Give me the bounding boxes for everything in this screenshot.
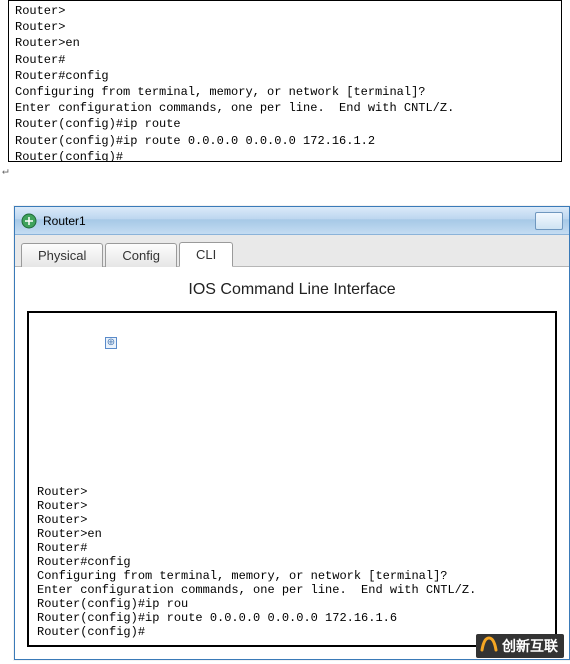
tab-label: CLI: [196, 247, 216, 262]
minimize-button[interactable]: [535, 212, 563, 230]
anchor-glyph: ⊕: [107, 338, 115, 348]
top-terminal-box: Router> Router> Router>en Router# Router…: [8, 0, 562, 162]
terminal-line: Router(config)#ip route 0.0.0.0 0.0.0.0 …: [15, 133, 555, 149]
carriage-return-mark: ↵: [2, 164, 570, 178]
router-window: Router1 Physical Config CLI IOS Command …: [14, 206, 570, 660]
terminal-line: Enter configuration commands, one per li…: [15, 100, 555, 116]
tab-label: Config: [122, 248, 160, 263]
tab-physical[interactable]: Physical: [21, 243, 103, 267]
tab-strip: Physical Config CLI: [15, 235, 569, 267]
terminal-line: Router>: [37, 485, 547, 499]
cli-output: Router> Router> Router> Router>en Router…: [37, 485, 547, 639]
window-titlebar[interactable]: Router1: [15, 207, 569, 235]
window-title: Router1: [43, 214, 86, 228]
terminal-line: Router>: [15, 3, 555, 19]
terminal-line: Enter configuration commands, one per li…: [37, 583, 547, 597]
tab-cli[interactable]: CLI: [179, 242, 233, 267]
terminal-line: Router>en: [37, 527, 547, 541]
terminal-line: Configuring from terminal, memory, or ne…: [15, 84, 555, 100]
terminal-line: Router#config: [15, 68, 555, 84]
terminal-line: Router>: [37, 513, 547, 527]
watermark-text: 创新互联: [502, 638, 558, 654]
tab-config[interactable]: Config: [105, 243, 177, 267]
terminal-line: Router(config)#ip route: [15, 116, 555, 132]
terminal-line: Configuring from terminal, memory, or ne…: [37, 569, 547, 583]
terminal-line: Router(config)#ip rou: [37, 597, 547, 611]
watermark-icon: [480, 636, 498, 652]
terminal-line: Router#: [15, 52, 555, 68]
tab-content: IOS Command Line Interface ⊕ Router> Rou…: [15, 267, 569, 659]
terminal-line: Router(config)#: [15, 149, 555, 162]
terminal-line: Router>: [37, 499, 547, 513]
tab-label: Physical: [38, 248, 86, 263]
terminal-line: Router#config: [37, 555, 547, 569]
terminal-line: Router(config)#: [37, 625, 547, 639]
cli-terminal-box[interactable]: ⊕ Router> Router> Router> Router>en Rout…: [27, 311, 557, 647]
watermark-badge: 创新互联: [476, 634, 564, 658]
terminal-line: Router#: [37, 541, 547, 555]
anchor-icon[interactable]: ⊕: [105, 337, 117, 349]
terminal-line: Router>en: [15, 35, 555, 51]
terminal-line: Router(config)#ip route 0.0.0.0 0.0.0.0 …: [37, 611, 547, 625]
terminal-line: Router>: [15, 19, 555, 35]
cli-heading: IOS Command Line Interface: [27, 281, 557, 299]
router-app-icon: [21, 213, 37, 229]
